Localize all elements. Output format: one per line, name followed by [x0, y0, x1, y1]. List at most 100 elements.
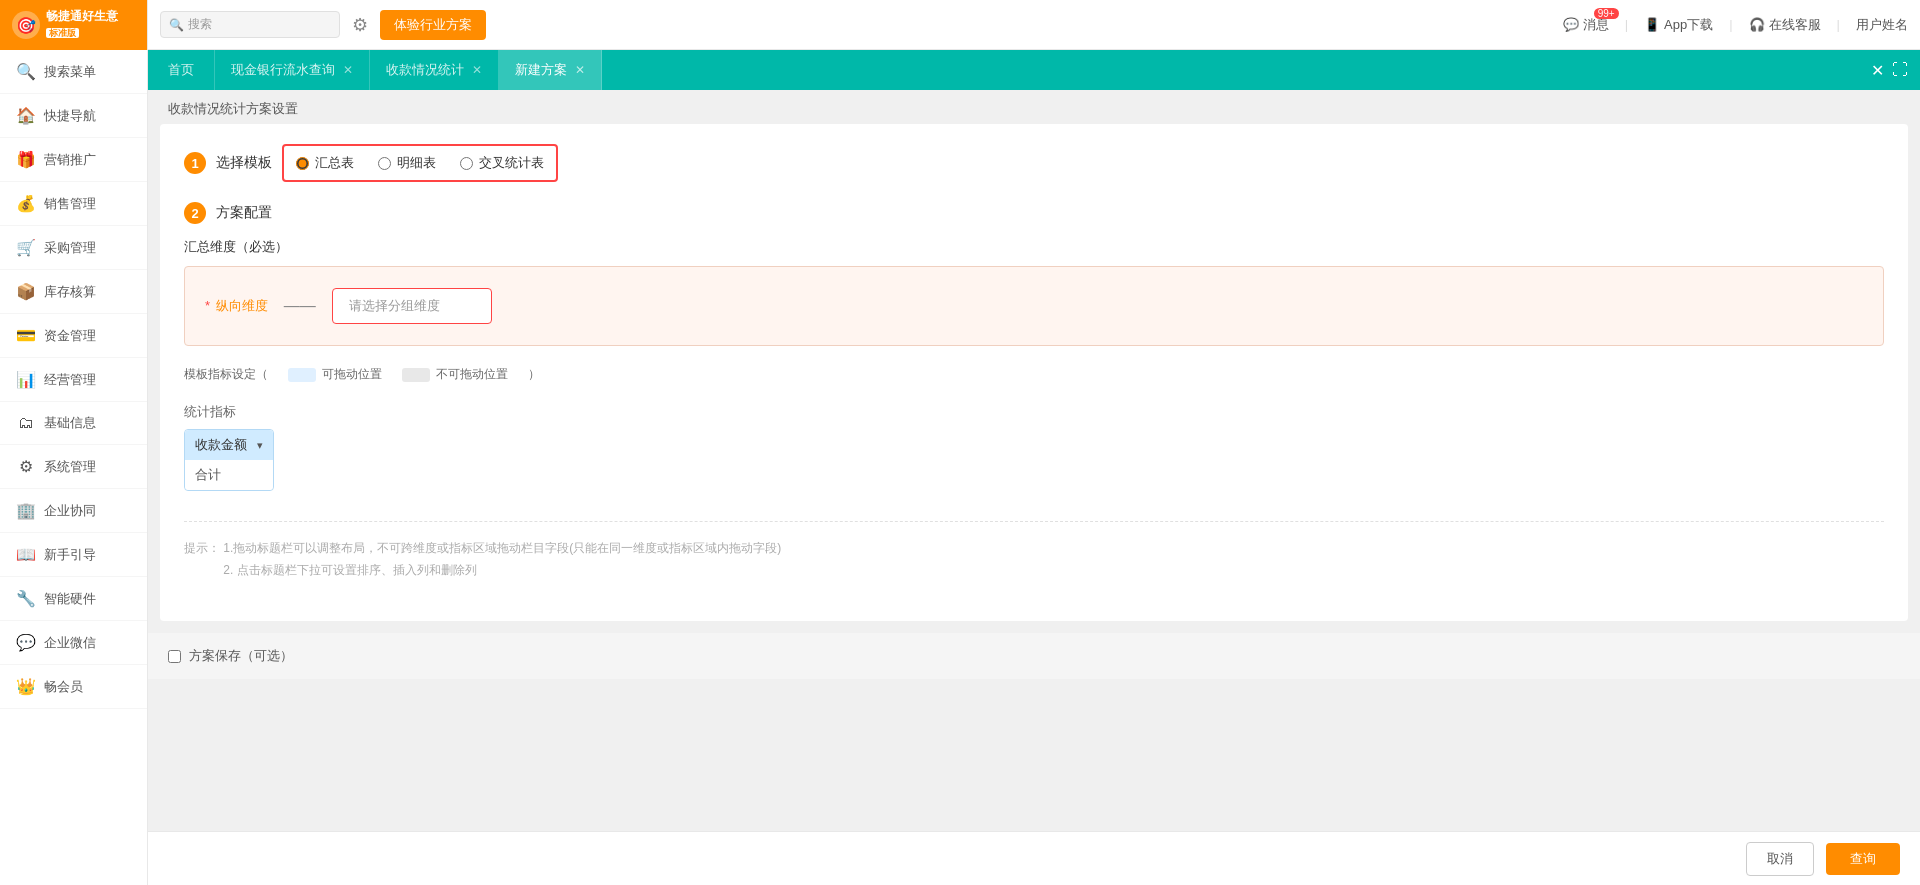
radio-summary[interactable] [296, 157, 309, 170]
dim-arrow-icon: —— [284, 297, 316, 315]
tab-close-bank[interactable]: ✕ [343, 63, 353, 77]
service-icon: 🎧 [1749, 17, 1765, 32]
maximize-icon[interactable]: ⛶ [1892, 61, 1908, 79]
inventory-icon: 📦 [16, 282, 36, 301]
user-name[interactable]: 用户姓名 [1856, 16, 1908, 34]
step2-header: 2 方案配置 [184, 202, 1884, 224]
sidebar-item-purchase[interactable]: 🛒采购管理 [0, 226, 147, 270]
topbar-right: 💬 消息 99+ | 📱 App下载 | 🎧 在线客服 | 用户姓名 [1563, 16, 1908, 34]
message-icon: 💬 [1563, 17, 1579, 32]
legend-fixed: 不可拖动位置 [402, 366, 508, 383]
save-checkbox[interactable] [168, 650, 181, 663]
sidebar-item-operations[interactable]: 📊 经营管理 [0, 358, 147, 402]
option-detail[interactable]: 明细表 [378, 154, 436, 172]
sidebar-label-system: 系统管理 [44, 458, 96, 476]
topbar-search-box[interactable]: 🔍 搜索 [160, 11, 340, 38]
option-cross-label: 交叉统计表 [479, 154, 544, 172]
fixed-label: 不可拖动位置 [436, 366, 508, 383]
template-options: 汇总表 明细表 交叉统计表 [282, 144, 558, 182]
dim-label-text: 纵向维度 [216, 298, 268, 313]
cancel-button[interactable]: 取消 [1746, 842, 1814, 876]
bottom-bar: 取消 查询 [148, 831, 1920, 885]
close-window-icon[interactable]: ✕ [1871, 61, 1884, 80]
tab-close-receipt-stats[interactable]: ✕ [472, 63, 482, 77]
logo-icon: 🎯 [12, 11, 40, 39]
sidebar-label-enterprise: 企业协同 [44, 502, 96, 520]
quick-nav-icon: 🏠 [16, 106, 36, 125]
sidebar-item-quick-nav[interactable]: 🏠 快捷导航 [0, 94, 147, 138]
finance-icon: 💳 [16, 326, 36, 345]
radio-cross[interactable] [460, 157, 473, 170]
tab-new-plan[interactable]: 新建方案✕ [499, 50, 602, 90]
tips-section: 提示： 1.拖动标题栏可以调整布局，不可跨维度或指标区域拖动栏目字段(只能在同一… [184, 521, 1884, 581]
app-download-button[interactable]: 📱 App下载 [1644, 16, 1713, 34]
sidebar: 🎯 畅捷通好生意 标准版 🔍搜索菜单 🏠 快捷导航 🎁营销推广💰销售管理🛒采购管理 📦 库… [0, 0, 148, 885]
sidebar-label-finance: 资金管理 [44, 327, 96, 345]
dim-select-button[interactable]: 请选择分组维度 [332, 288, 492, 324]
stat-card: 收款金额 ▾ 合计 [184, 429, 274, 491]
option-detail-label: 明细表 [397, 154, 436, 172]
content-area: 收款情况统计方案设置 1 选择模板 汇总表 明细表 [148, 90, 1920, 831]
dimension-title: 汇总维度（必选） [184, 238, 1884, 256]
sidebar-item-sales[interactable]: 💰销售管理 [0, 182, 147, 226]
step1-header: 1 选择模板 汇总表 明细表 交叉统计表 [184, 144, 1884, 182]
basic-icon: 🗂 [16, 414, 36, 432]
member-icon: 👑 [16, 677, 36, 696]
sidebar-label-operations: 经营管理 [44, 371, 96, 389]
sidebar-item-search[interactable]: 🔍搜索菜单 [0, 50, 147, 94]
operations-icon: 📊 [16, 370, 36, 389]
sidebar-item-marketing[interactable]: 🎁营销推广 [0, 138, 147, 182]
step2-num: 2 [184, 202, 206, 224]
tab-label-home: 首页 [168, 61, 194, 79]
step1-title: 选择模板 [216, 154, 272, 172]
dimension-config: 汇总维度（必选） * 纵向维度 —— 请选择分组维度 [184, 238, 1884, 346]
sidebar-item-inventory[interactable]: 📦 库存核算 [0, 270, 147, 314]
query-button[interactable]: 查询 [1826, 843, 1900, 875]
sidebar-logo: 🎯 畅捷通好生意 标准版 [0, 0, 147, 50]
fixed-icon [402, 368, 430, 382]
tab-bank[interactable]: 现金银行流水查询✕ [215, 50, 370, 90]
tip-line-1: 提示： 1.拖动标题栏可以调整布局，不可跨维度或指标区域拖动栏目字段(只能在同一… [184, 538, 1884, 560]
tab-home[interactable]: 首页 [148, 50, 215, 90]
stat-header-label: 统计指标 [184, 403, 1884, 421]
online-service-button[interactable]: 🎧 在线客服 [1749, 16, 1821, 34]
tabbar: 首页现金银行流水查询✕收款情况统计✕新建方案✕ ✕ ⛶ [148, 50, 1920, 90]
settings-icon[interactable]: ⚙ [348, 14, 372, 36]
purchase-icon: 🛒 [16, 238, 36, 257]
sales-icon: 💰 [16, 194, 36, 213]
sidebar-item-guide[interactable]: 📖新手引导 [0, 533, 147, 577]
sidebar-item-system[interactable]: ⚙系统管理 [0, 445, 147, 489]
tip-line-2: 2. 点击标题栏下拉可设置排序、插入列和删除列 [184, 560, 1884, 582]
sidebar-item-basic[interactable]: 🗂 基础信息 [0, 402, 147, 445]
sidebar-item-hardware[interactable]: 🔧智能硬件 [0, 577, 147, 621]
option-summary[interactable]: 汇总表 [296, 154, 354, 172]
breadcrumb: 收款情况统计方案设置 [168, 101, 298, 116]
message-button[interactable]: 💬 消息 99+ [1563, 16, 1609, 34]
sidebar-item-finance[interactable]: 💳 资金管理 [0, 314, 147, 358]
hardware-icon: 🔧 [16, 589, 36, 608]
sidebar-nav: 🔍搜索菜单 🏠 快捷导航 🎁营销推广💰销售管理🛒采购管理 📦 库存核算 💳 资金管理 📊 经营管理… [0, 50, 147, 885]
indicators-section: 模板指标设定（ 可拖动位置 不可拖动位置 ） 统计指标 [184, 366, 1884, 501]
step1-num: 1 [184, 152, 206, 174]
sidebar-label-basic: 基础信息 [44, 414, 96, 432]
sidebar-item-member[interactable]: 👑畅会员 [0, 665, 147, 709]
step2-title: 方案配置 [216, 204, 272, 222]
stat-card-header[interactable]: 收款金额 ▾ [185, 430, 273, 460]
radio-detail[interactable] [378, 157, 391, 170]
tab-receipt-stats[interactable]: 收款情况统计 ✕ [370, 50, 499, 90]
sidebar-item-enterprise[interactable]: 🏢企业协同 [0, 489, 147, 533]
tab-label-receipt-stats: 收款情况统计 [386, 61, 464, 79]
main-area: 🔍 搜索 ⚙ 体验行业方案 💬 消息 99+ | 📱 App下载 | 🎧 在线客… [148, 0, 1920, 885]
sidebar-label-quick-nav: 快捷导航 [44, 107, 96, 125]
sidebar-item-wechat[interactable]: 💬企业微信 [0, 621, 147, 665]
stat-card-body: 合计 [185, 460, 273, 490]
trial-button[interactable]: 体验行业方案 [380, 10, 486, 40]
indicators-title-close: ） [528, 366, 540, 383]
draggable-label: 可拖动位置 [322, 366, 382, 383]
dimension-area: * 纵向维度 —— 请选择分组维度 [184, 266, 1884, 346]
sidebar-label-inventory: 库存核算 [44, 283, 96, 301]
step1-section: 1 选择模板 汇总表 明细表 交叉统计表 [184, 144, 1884, 182]
dim-label: * 纵向维度 [205, 297, 268, 315]
tab-close-new-plan[interactable]: ✕ [575, 63, 585, 77]
option-cross[interactable]: 交叉统计表 [460, 154, 544, 172]
